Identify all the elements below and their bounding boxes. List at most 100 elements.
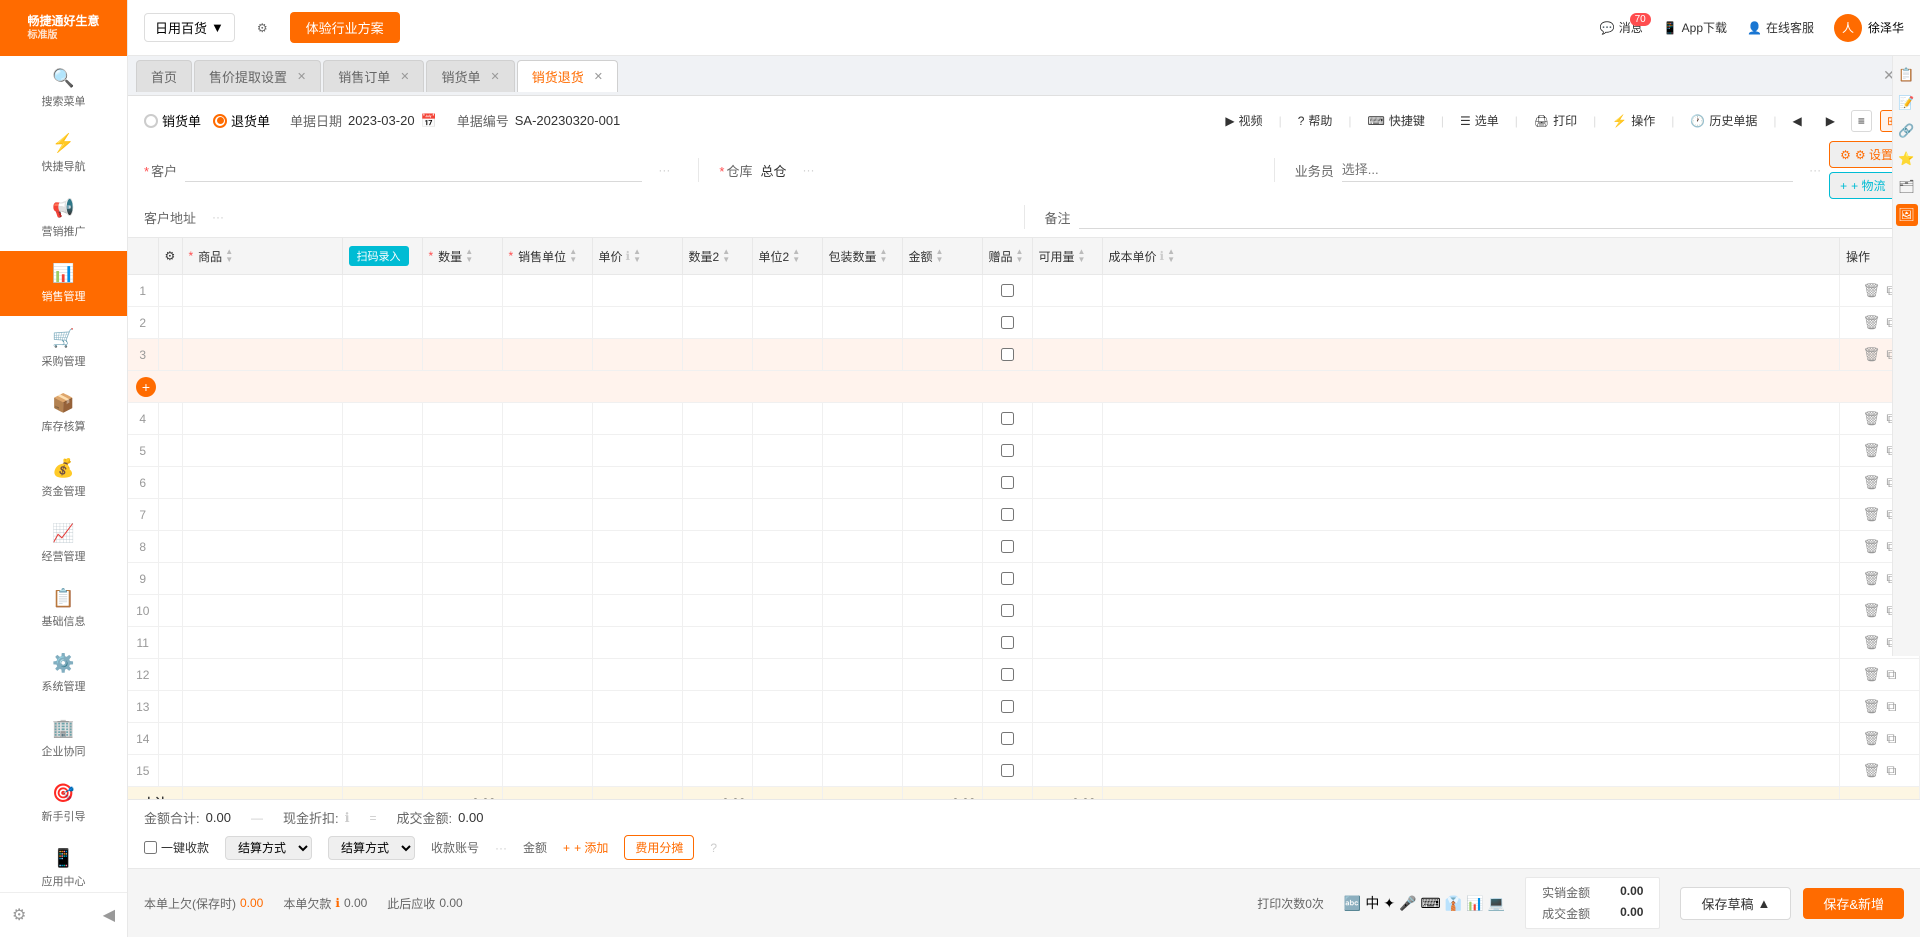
history-btn[interactable]: 🕐 历史单据	[1682, 108, 1765, 133]
row-gift-6[interactable]	[982, 467, 1032, 499]
row-qty-10[interactable]	[422, 595, 502, 627]
expense-help-icon[interactable]: ?	[710, 841, 717, 855]
delete-icon-3[interactable]: 🗑	[1863, 346, 1881, 363]
row-product-7[interactable]	[182, 499, 342, 531]
save-new-btn[interactable]: 保存&新增	[1803, 888, 1904, 919]
gift-check-9[interactable]	[1001, 572, 1014, 585]
row-unit2-1[interactable]	[752, 275, 822, 307]
account-placeholder-dots[interactable]: ···	[495, 841, 507, 855]
row-gift-12[interactable]	[982, 659, 1032, 691]
row-product-15[interactable]	[182, 755, 342, 787]
print-btn[interactable]: 🖨 打印	[1526, 108, 1585, 133]
row-cost-price-13[interactable]	[1102, 691, 1840, 723]
row-product-11[interactable]	[182, 627, 342, 659]
salesperson-input[interactable]	[1342, 158, 1793, 182]
row-cost-price-3[interactable]	[1102, 339, 1840, 371]
row-pkg-qty-4[interactable]	[822, 403, 902, 435]
salesperson-dots[interactable]: ···	[1801, 163, 1829, 177]
gift-check-13[interactable]	[1001, 700, 1014, 713]
row-sales-unit-3[interactable]	[502, 339, 592, 371]
add-payment-btn[interactable]: + + 添加	[563, 839, 608, 856]
select-btn[interactable]: ☰ 选单	[1452, 108, 1507, 133]
row-qty2-7[interactable]	[682, 499, 752, 531]
experience-btn[interactable]: 体验行业方案	[290, 12, 400, 43]
product-input-3[interactable]	[189, 348, 329, 362]
row-sales-unit-5[interactable]	[502, 435, 592, 467]
tab-sales-return[interactable]: 销货退货✕	[517, 60, 618, 92]
sidebar-item-apps[interactable]: 📱应用中心	[0, 836, 127, 892]
row-unit-price-8[interactable]	[592, 531, 682, 563]
gift-check-12[interactable]	[1001, 668, 1014, 681]
table-row[interactable]: 8 🗑 ⧉	[128, 531, 1920, 563]
row-sales-unit-9[interactable]	[502, 563, 592, 595]
daily-goods-selector[interactable]: 日用百货 ▼	[144, 13, 235, 42]
row-gift-15[interactable]	[982, 755, 1032, 787]
row-sales-unit-2[interactable]	[502, 307, 592, 339]
gift-check-1[interactable]	[1001, 284, 1014, 297]
row-pkg-qty-8[interactable]	[822, 531, 902, 563]
row-pkg-qty-9[interactable]	[822, 563, 902, 595]
row-sales-unit-15[interactable]	[502, 755, 592, 787]
row-cost-price-9[interactable]	[1102, 563, 1840, 595]
row-pkg-qty-11[interactable]	[822, 627, 902, 659]
row-cost-price-10[interactable]	[1102, 595, 1840, 627]
rs-icon-6[interactable]: 🖼	[1896, 204, 1918, 226]
row-qty-8[interactable]	[422, 531, 502, 563]
row-unit-price-2[interactable]	[592, 307, 682, 339]
row-gift-7[interactable]	[982, 499, 1032, 531]
sidebar-item-inventory[interactable]: 📦库存核算	[0, 381, 127, 446]
row-sales-unit-6[interactable]	[502, 467, 592, 499]
row-cost-price-6[interactable]	[1102, 467, 1840, 499]
row-cost-price-7[interactable]	[1102, 499, 1840, 531]
row-unit-price-1[interactable]	[592, 275, 682, 307]
table-row[interactable]: 13 🗑 ⧉	[128, 691, 1920, 723]
row-sales-unit-11[interactable]	[502, 627, 592, 659]
row-unit2-9[interactable]	[752, 563, 822, 595]
customer-input[interactable]	[185, 158, 642, 182]
date-value[interactable]: 2023-03-20	[348, 113, 415, 128]
row-cost-price-11[interactable]	[1102, 627, 1840, 659]
gift-check-4[interactable]	[1001, 412, 1014, 425]
tab-home[interactable]: 首页	[136, 60, 192, 92]
row-sales-unit-10[interactable]	[502, 595, 592, 627]
row-pkg-qty-15[interactable]	[822, 755, 902, 787]
one-click-payment-check[interactable]	[144, 841, 157, 854]
gift-check-10[interactable]	[1001, 604, 1014, 617]
rs-icon-3[interactable]: 🔗	[1896, 120, 1918, 142]
row-qty-7[interactable]	[422, 499, 502, 531]
row-available-12[interactable]	[1032, 659, 1102, 691]
video-btn[interactable]: ▶ 视频	[1217, 108, 1270, 133]
row-product-3[interactable]	[182, 339, 342, 371]
copy-icon-12[interactable]: ⧉	[1886, 666, 1896, 683]
sidebar-item-enterprise[interactable]: 🏢企业协同	[0, 706, 127, 771]
col-scan[interactable]: 扫码录入	[342, 238, 422, 275]
rs-icon-1[interactable]: 📋	[1896, 64, 1918, 86]
delete-icon-7[interactable]: 🗑	[1863, 506, 1881, 523]
delete-icon-11[interactable]: 🗑	[1863, 634, 1881, 651]
list-view-btn[interactable]: ≡	[1851, 110, 1872, 132]
row-unit2-8[interactable]	[752, 531, 822, 563]
address-dots[interactable]: ···	[204, 210, 232, 224]
row-gift-9[interactable]	[982, 563, 1032, 595]
row-available-11[interactable]	[1032, 627, 1102, 659]
row-unit2-7[interactable]	[752, 499, 822, 531]
row-sales-unit-14[interactable]	[502, 723, 592, 755]
row-pkg-qty-3[interactable]	[822, 339, 902, 371]
row-qty2-8[interactable]	[682, 531, 752, 563]
settlement-method-select[interactable]: 结算方式	[225, 836, 312, 860]
copy-icon-14[interactable]: ⧉	[1886, 730, 1896, 747]
row-qty-5[interactable]	[422, 435, 502, 467]
row-qty-13[interactable]	[422, 691, 502, 723]
row-product-10[interactable]	[182, 595, 342, 627]
row-sales-unit-1[interactable]	[502, 275, 592, 307]
table-row[interactable]: 10 🗑 ⧉	[128, 595, 1920, 627]
row-qty2-3[interactable]	[682, 339, 752, 371]
row-unit-price-14[interactable]	[592, 723, 682, 755]
row-pkg-qty-6[interactable]	[822, 467, 902, 499]
gift-check-6[interactable]	[1001, 476, 1014, 489]
row-available-2[interactable]	[1032, 307, 1102, 339]
row-pkg-qty-5[interactable]	[822, 435, 902, 467]
delete-icon-5[interactable]: 🗑	[1863, 442, 1881, 459]
shortcut-btn[interactable]: ⌨ 快捷键	[1360, 108, 1433, 133]
row-available-3[interactable]	[1032, 339, 1102, 371]
